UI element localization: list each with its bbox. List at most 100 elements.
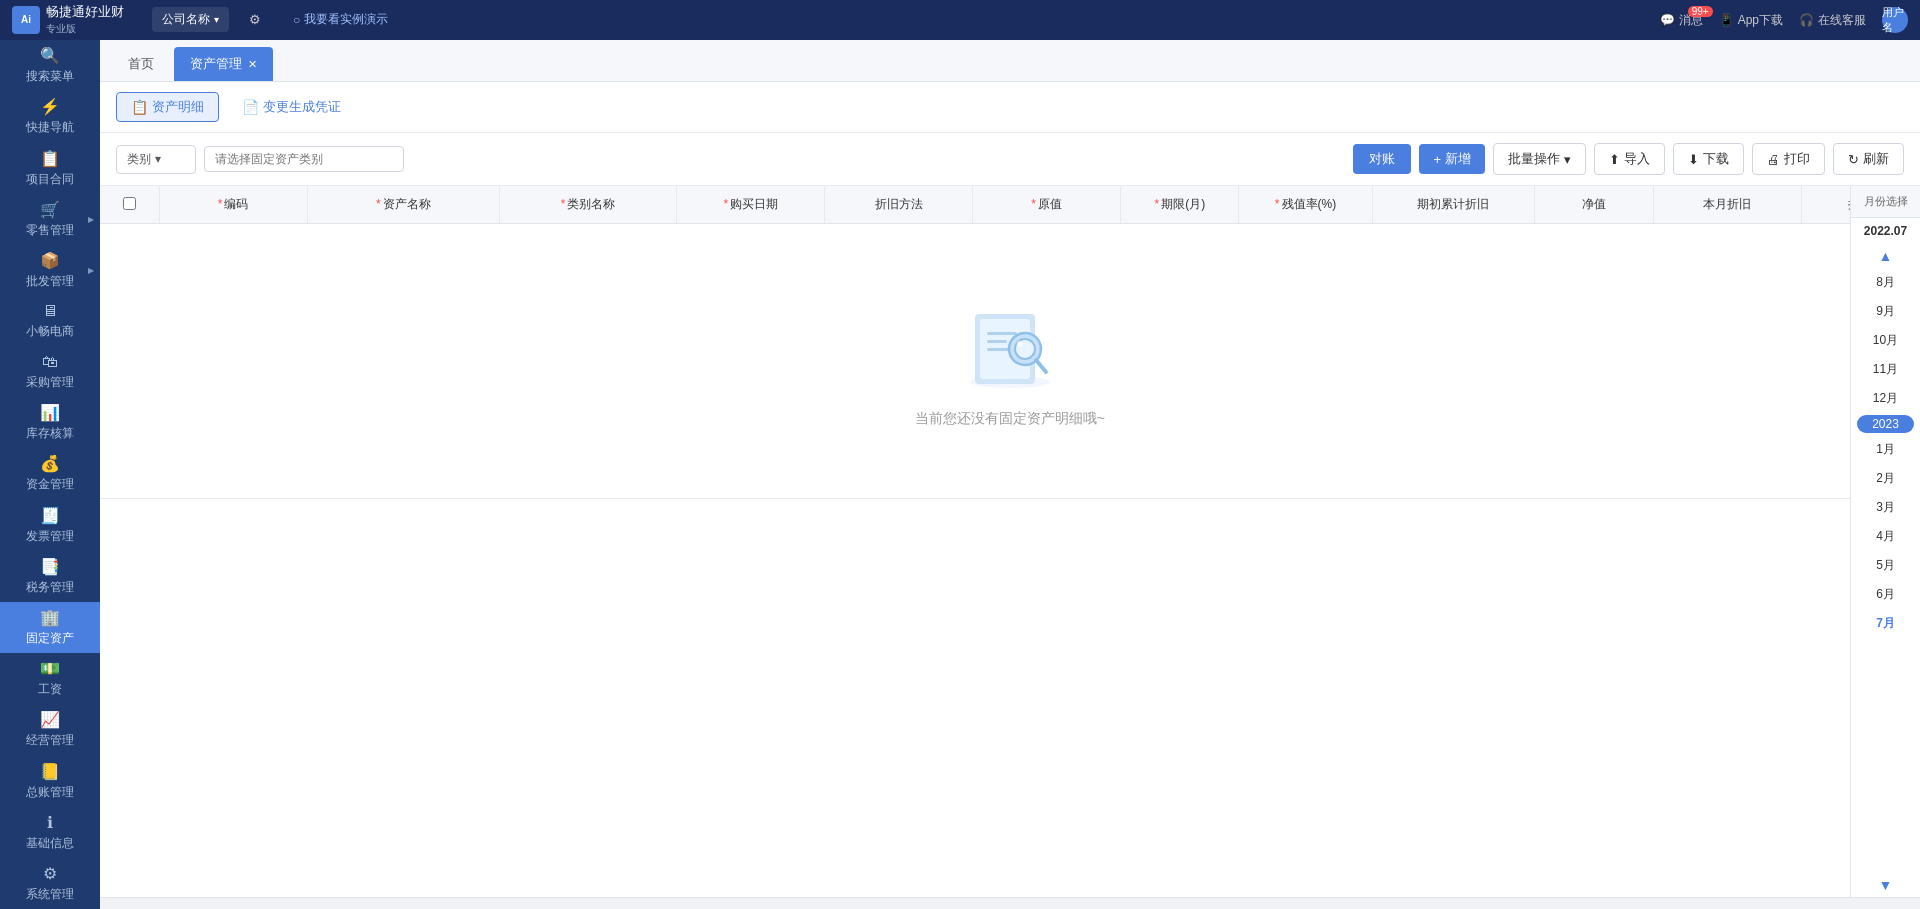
category-filter[interactable]: 类别 ▾	[116, 145, 196, 174]
th-name: 资产名称	[307, 186, 499, 224]
sub-tab-bar: 📋 资产明细 📄 变更生成凭证	[100, 82, 1920, 133]
th-accum: 期初累计折旧	[1372, 186, 1535, 224]
sidebar-item-search[interactable]: 🔍 搜索菜单	[0, 40, 100, 91]
toolbar: 类别 ▾ 对账 + 新增 批量操作 ▾ ⬆	[100, 133, 1920, 186]
th-category: 类别名称	[499, 186, 677, 224]
th-net: 净值	[1535, 186, 1653, 224]
settings-button[interactable]: ⚙	[241, 6, 269, 34]
month-item-7[interactable]: 7月	[1851, 609, 1920, 638]
app-download-button[interactable]: 📱 App下载	[1719, 12, 1783, 29]
company-selector[interactable]: 公司名称 ▾	[152, 7, 229, 32]
sidebar-item-project[interactable]: 📋 项目合同	[0, 142, 100, 193]
sidebar-item-salary[interactable]: 💵 工资	[0, 653, 100, 704]
sidebar-item-finance[interactable]: 💰 资金管理	[0, 448, 100, 499]
sidebar-item-label: 搜索菜单	[26, 68, 74, 85]
app-download-label: App下载	[1738, 12, 1783, 29]
sidebar-item-label: 小畅电商	[26, 323, 74, 340]
app-logo: Ai 畅捷通好业财 专业版	[12, 4, 124, 37]
category-search-input[interactable]	[204, 146, 404, 172]
sidebar-item-operations[interactable]: 📈 经营管理	[0, 704, 100, 755]
batch-button-label: 批量操作	[1508, 150, 1560, 168]
sub-tab-asset-detail-label: 资产明细	[152, 98, 204, 116]
sidebar-item-label: 快捷导航	[26, 119, 74, 136]
month-item-2[interactable]: 2月	[1851, 464, 1920, 493]
sidebar-item-invoice[interactable]: 🧾 发票管理	[0, 499, 100, 550]
reconcile-button[interactable]: 对账	[1353, 144, 1411, 174]
month-item-8[interactable]: 8月	[1851, 268, 1920, 297]
sidebar-item-label: 采购管理	[26, 374, 74, 391]
sidebar-item-quicknav[interactable]: ⚡ 快捷导航	[0, 91, 100, 142]
sub-tab-asset-detail[interactable]: 📋 资产明细	[116, 92, 219, 122]
sidebar-item-wholesale[interactable]: 📦 批发管理	[0, 245, 100, 296]
month-item-1[interactable]: 1月	[1851, 435, 1920, 464]
wholesale-icon: 📦	[40, 251, 60, 270]
project-icon: 📋	[40, 149, 60, 168]
current-year-display: 2022.07	[1851, 218, 1920, 244]
svg-point-9	[1017, 341, 1023, 347]
search-icon: 🔍	[40, 46, 60, 65]
refresh-button[interactable]: ↻ 刷新	[1833, 143, 1904, 175]
plus-icon: +	[1433, 152, 1441, 167]
tab-asset-management[interactable]: 资产管理 ✕	[174, 47, 273, 81]
empty-state-cell: 当前您还没有固定资产明细哦~	[100, 224, 1920, 499]
demo-label: 我要看实例演示	[304, 11, 388, 28]
download-button[interactable]: ⬇ 下载	[1673, 143, 1744, 175]
sidebar-item-label: 总账管理	[26, 784, 74, 801]
add-button[interactable]: + 新增	[1419, 144, 1485, 174]
table-container: 编码 资产名称 类别名称 购买日期 折旧方法 原值 期限(月) 残值率(%) 期…	[100, 186, 1920, 897]
select-all-checkbox[interactable]	[123, 197, 136, 210]
quicknav-icon: ⚡	[40, 97, 60, 116]
import-button[interactable]: ⬆ 导入	[1594, 143, 1665, 175]
app-subtitle: 专业版	[46, 23, 76, 34]
print-button[interactable]: 🖨 打印	[1752, 143, 1825, 175]
th-period: 期限(月)	[1121, 186, 1239, 224]
main-layout: 🔍 搜索菜单 ⚡ 快捷导航 📋 项目合同 🛒 零售管理 📦 批发管理 🖥 小畅电…	[0, 40, 1920, 909]
month-item-5[interactable]: 5月	[1851, 551, 1920, 580]
sidebar-item-retail[interactable]: 🛒 零售管理	[0, 194, 100, 245]
message-icon: 💬	[1660, 13, 1675, 27]
sidebar-item-purchase[interactable]: 🛍 采购管理	[0, 347, 100, 398]
sidebar-item-tax[interactable]: 📑 税务管理	[0, 551, 100, 602]
sidebar-item-label: 税务管理	[26, 579, 74, 596]
batch-button[interactable]: 批量操作 ▾	[1493, 143, 1586, 175]
batch-arrow-icon: ▾	[1564, 152, 1571, 167]
month-panel-header: 月份选择	[1851, 186, 1920, 218]
sidebar-item-ecommerce[interactable]: 🖥 小畅电商	[0, 296, 100, 347]
tab-close-icon[interactable]: ✕	[248, 58, 257, 71]
month-item-11[interactable]: 11月	[1851, 355, 1920, 384]
sidebar-item-inventory[interactable]: 📊 库存核算	[0, 397, 100, 448]
toolbar-right: 对账 + 新增 批量操作 ▾ ⬆ 导入 ⬇ 下载	[1353, 143, 1904, 175]
tab-home[interactable]: 首页	[112, 47, 170, 81]
sidebar-item-fixedasset[interactable]: 🏢 固定资产	[0, 602, 100, 653]
sidebar-item-label: 工资	[38, 681, 62, 698]
month-nav-up[interactable]: ▲	[1851, 244, 1920, 268]
sub-tab-voucher[interactable]: 📄 变更生成凭证	[227, 92, 356, 122]
sidebar-item-label: 资金管理	[26, 476, 74, 493]
month-item-3[interactable]: 3月	[1851, 493, 1920, 522]
sidebar-item-basicinfo[interactable]: ℹ 基础信息	[0, 807, 100, 858]
import-label: 导入	[1624, 150, 1650, 168]
month-item-9[interactable]: 9月	[1851, 297, 1920, 326]
th-checkbox	[100, 186, 159, 224]
month-nav-down[interactable]: ▼	[1851, 873, 1920, 897]
month-item-10[interactable]: 10月	[1851, 326, 1920, 355]
month-item-4[interactable]: 4月	[1851, 522, 1920, 551]
customer-service-label: 在线客服	[1818, 12, 1866, 29]
user-name: 用户名	[1882, 5, 1908, 35]
demo-icon: ○	[293, 13, 300, 27]
demo-link[interactable]: ○ 我要看实例演示	[293, 11, 388, 28]
message-button[interactable]: 💬 消息 99+	[1660, 12, 1703, 29]
user-avatar[interactable]: 用户名	[1882, 7, 1908, 33]
sidebar-item-system[interactable]: ⚙ 系统管理	[0, 858, 100, 909]
th-value: 原值	[973, 186, 1121, 224]
empty-state: 当前您还没有固定资产明细哦~	[108, 234, 1912, 488]
ecommerce-icon: 🖥	[42, 302, 58, 320]
inventory-icon: 📊	[40, 403, 60, 422]
month-item-12[interactable]: 12月	[1851, 384, 1920, 413]
month-item-6[interactable]: 6月	[1851, 580, 1920, 609]
horizontal-scroll[interactable]	[100, 897, 1920, 909]
sidebar-item-ledger[interactable]: 📒 总账管理	[0, 755, 100, 806]
th-rate: 残值率(%)	[1239, 186, 1372, 224]
asset-table: 编码 资产名称 类别名称 购买日期 折旧方法 原值 期限(月) 残值率(%) 期…	[100, 186, 1920, 499]
customer-service-button[interactable]: 🎧 在线客服	[1799, 12, 1866, 29]
